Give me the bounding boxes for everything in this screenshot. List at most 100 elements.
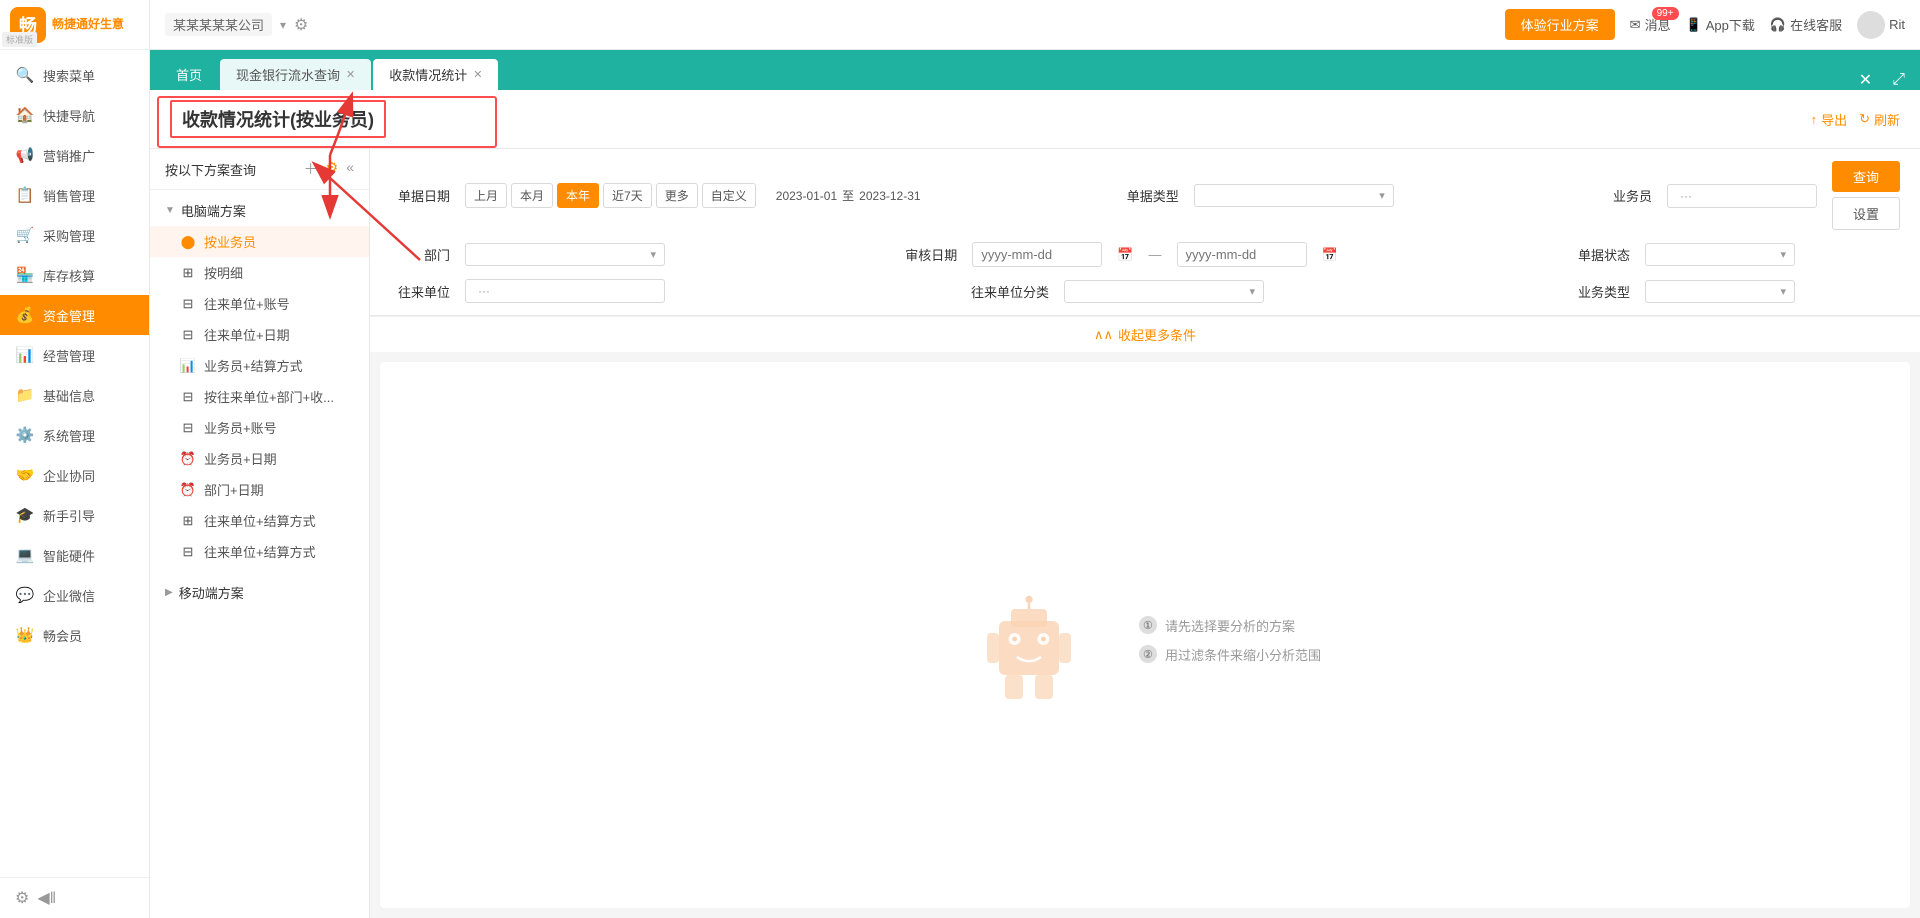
sidebar-item-search[interactable]: 🔍 搜索菜单	[0, 55, 149, 95]
query-button[interactable]: 查询	[1832, 161, 1900, 192]
home-icon: 🏠	[15, 105, 35, 125]
chevron-biz-icon: ▾	[1780, 285, 1786, 298]
sidebar-item-business[interactable]: 📊 经营管理	[0, 335, 149, 375]
sidebar-item-purchase[interactable]: 🛒 采购管理	[0, 215, 149, 255]
tree-item-label: 业务员+账号	[204, 418, 277, 437]
tab-collection-label: 收款情况统计	[389, 65, 467, 84]
date-from: 2023-01-01	[776, 189, 837, 203]
audit-date-from[interactable]	[972, 242, 1102, 267]
sidebar-item-sales[interactable]: 📋 销售管理	[0, 175, 149, 215]
add-scheme-icon[interactable]: ＋	[304, 159, 318, 179]
company-name: 某某某某某公司	[165, 13, 272, 36]
sidebar-item-guide[interactable]: 🎓 新手引导	[0, 495, 149, 535]
collapse-panel-icon[interactable]: «	[346, 159, 354, 179]
sidebar-item-inventory[interactable]: 🏪 库存核算	[0, 255, 149, 295]
tree-item-by-salesperson[interactable]: ⬤ 按业务员	[150, 226, 369, 257]
sidebar-item-system[interactable]: ⚙️ 系统管理	[0, 415, 149, 455]
tree-item-label: 往来单位+账号	[204, 294, 290, 313]
settings-scheme-icon[interactable]: ⚙	[326, 159, 339, 179]
corp-icon: 🤝	[15, 465, 35, 485]
sidebar-item-marketing[interactable]: 📢 营销推广	[0, 135, 149, 175]
settings-icon[interactable]: ⚙	[15, 888, 29, 908]
message-icon: ✉	[1630, 17, 1641, 33]
tab-home[interactable]: 首页	[160, 59, 218, 90]
refresh-button[interactable]: ↻ 刷新	[1859, 110, 1900, 129]
unit-dots-icon[interactable]: ···	[478, 284, 490, 298]
tree-item-label: 按往来单位+部门+收...	[204, 387, 334, 406]
tree-item-unit-account[interactable]: ⊟ 往来单位+账号	[150, 288, 369, 319]
sidebar-item-hardware[interactable]: 💻 智能硬件	[0, 535, 149, 575]
date-btn-custom[interactable]: 自定义	[702, 183, 756, 208]
tree-item-salesperson-account[interactable]: ⊟ 业务员+账号	[150, 412, 369, 443]
page-header: 收款情况统计(按业务员) ↑ 导出 ↻ 刷新	[150, 90, 1920, 149]
chevron-dept-icon: ▾	[650, 248, 656, 261]
tree-item-salesperson-date[interactable]: ⏰ 业务员+日期	[150, 443, 369, 474]
salesperson-select[interactable]: ···	[1667, 184, 1817, 208]
sidebar-item-label: 资金管理	[43, 306, 95, 325]
date-btn-7days[interactable]: 近7天	[603, 183, 652, 208]
service-icon: 🎧	[1770, 17, 1786, 33]
biz-type-select[interactable]: ▾	[1645, 280, 1795, 303]
date-btn-more[interactable]: 更多	[656, 183, 698, 208]
collapse-icon[interactable]: ◀‖	[37, 888, 56, 908]
phone-icon: 📱	[1686, 17, 1702, 33]
trial-button[interactable]: 体验行业方案	[1505, 9, 1615, 40]
panel-title: 按以下方案查询	[165, 160, 256, 179]
maximize-icon[interactable]: ⤢	[1887, 71, 1910, 89]
tree-item-unit-settle2[interactable]: ⊟ 往来单位+结算方式	[150, 536, 369, 567]
tab-collection[interactable]: 收款情况统计 ✕	[373, 59, 498, 90]
sidebar-item-member[interactable]: 👑 畅会员	[0, 615, 149, 655]
tree-item-unit-date[interactable]: ⊟ 往来单位+日期	[150, 319, 369, 350]
audit-date-to[interactable]	[1177, 242, 1307, 267]
dept-label: 部门	[390, 245, 450, 264]
close-window-icon[interactable]: ✕	[1854, 70, 1877, 90]
unit-select[interactable]: ···	[465, 279, 665, 303]
sidebar-item-label: 搜索菜单	[43, 66, 95, 85]
dept-select[interactable]: ▾	[465, 243, 665, 266]
sidebar-item-finance[interactable]: 💰 资金管理	[0, 295, 149, 335]
app-download-item[interactable]: 📱 App下载	[1686, 15, 1755, 34]
more-dots-icon[interactable]: ···	[1680, 189, 1692, 203]
service-item[interactable]: 🎧 在线客服	[1770, 15, 1842, 34]
tab-bank-close-icon[interactable]: ✕	[346, 68, 355, 81]
date-range: 2023-01-01 至 2023-12-31	[776, 187, 921, 204]
doc-type-select[interactable]: ▾	[1194, 184, 1394, 207]
sidebar-item-corp[interactable]: 🤝 企业协同	[0, 455, 149, 495]
brand-name: 畅捷通好生意	[52, 17, 124, 31]
collapse-bar[interactable]: ∧∧ 收起更多条件	[370, 316, 1920, 352]
date-btn-last-month[interactable]: 上月	[465, 183, 507, 208]
sidebar-item-wechat[interactable]: 💬 企业微信	[0, 575, 149, 615]
doc-status-select[interactable]: ▾	[1645, 243, 1795, 266]
top-bar: 某某某某某公司 ▾ ⚙ 体验行业方案 ✉ 消息 99+ 📱 App下载 🎧 在线…	[150, 0, 1920, 50]
tab-collection-close-icon[interactable]: ✕	[473, 68, 482, 81]
chevron-down-icon: ▾	[1379, 189, 1385, 202]
message-item[interactable]: ✉ 消息 99+	[1630, 15, 1671, 34]
date-btn-this-month[interactable]: 本月	[511, 183, 553, 208]
date-btn-this-year[interactable]: 本年	[557, 183, 599, 208]
table2-icon: ⊟	[180, 327, 196, 343]
tree-item-dept-date[interactable]: ⏰ 部门+日期	[150, 474, 369, 505]
tab-bank[interactable]: 现金银行流水查询 ✕	[220, 59, 371, 90]
tree-item-label: 往来单位+结算方式	[204, 511, 316, 530]
tree-item-unit-settle1[interactable]: ⊞ 往来单位+结算方式	[150, 505, 369, 536]
tree-header-desktop[interactable]: ▼ 电脑端方案	[150, 195, 369, 226]
tree-item-salesperson-settle[interactable]: 📊 业务员+结算方式	[150, 350, 369, 381]
unit-category-select[interactable]: ▾	[1064, 280, 1264, 303]
tree-item-by-detail[interactable]: ⊞ 按明细	[150, 257, 369, 288]
sidebar-item-basic[interactable]: 📁 基础信息	[0, 375, 149, 415]
sidebar-item-quick[interactable]: 🏠 快捷导航	[0, 95, 149, 135]
export-button[interactable]: ↑ 导出	[1811, 110, 1848, 129]
set-button[interactable]: 设置	[1832, 197, 1900, 230]
panel-header: 按以下方案查询 ＋ ⚙ «	[150, 149, 369, 190]
dropdown-arrow-icon[interactable]: ▾	[280, 18, 286, 32]
cal-from-icon[interactable]: 📅	[1117, 247, 1133, 263]
tree-header-mobile[interactable]: ▶ 移动端方案	[150, 577, 369, 608]
date-separator: 至	[842, 187, 854, 204]
tree-item-label: 往来单位+结算方式	[204, 542, 316, 561]
message-badge: 99+	[1652, 7, 1679, 20]
tree-item-label: 按明细	[204, 263, 243, 282]
cal-to-icon[interactable]: 📅	[1322, 247, 1338, 263]
user-item[interactable]: Rit	[1857, 11, 1905, 39]
gear-icon[interactable]: ⚙	[294, 15, 308, 35]
tree-item-unit-dept-collect[interactable]: ⊟ 按往来单位+部门+收...	[150, 381, 369, 412]
